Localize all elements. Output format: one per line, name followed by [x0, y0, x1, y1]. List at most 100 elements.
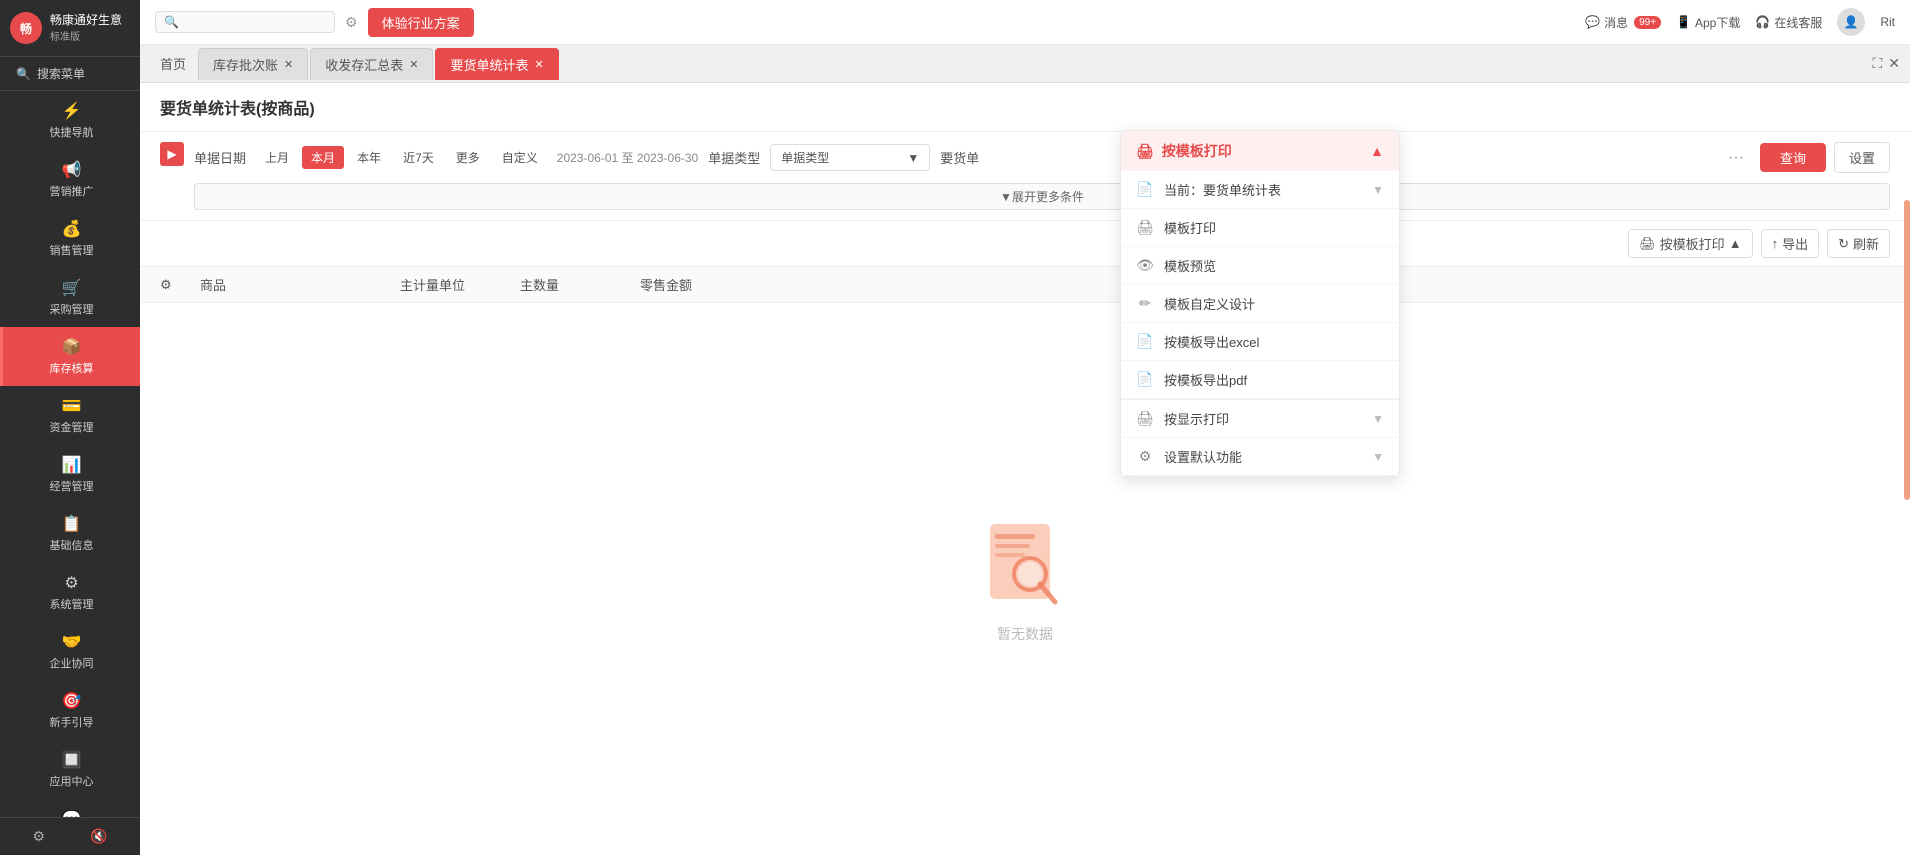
sidebar-item-basic[interactable]: 📋 基础信息 [0, 504, 140, 563]
message-icon: 💬 [1585, 15, 1600, 29]
search-icon: 🔍 [16, 67, 31, 81]
topbar-right: 💬 消息 99+ 📱 App下载 🎧 在线客服 👤 Rit [1585, 8, 1895, 36]
printer-icon: 🖨 [1639, 236, 1656, 252]
empty-illustration [975, 514, 1075, 624]
tab-maximize-button[interactable]: ⛶ [1872, 55, 1882, 72]
table-header: ⚙ 商品 主计量单位 主数量 零售金额 [140, 267, 1910, 303]
dropdown-display-print[interactable]: 🖨 按显示打印 ▼ [1121, 400, 1399, 438]
export-icon: ↑ [1772, 236, 1779, 251]
sidebar-item-shortcut[interactable]: ⚡ 快捷导航 [0, 91, 140, 150]
sidebar-item-finance[interactable]: 💳 资金管理 [0, 386, 140, 445]
tab-order-stats[interactable]: 要货单统计表 ✕ [435, 48, 558, 80]
user-avatar[interactable]: 👤 [1837, 8, 1865, 36]
sidebar-item-wechat[interactable]: 💬 企业微信 [0, 799, 140, 817]
user-name[interactable]: Rit [1880, 15, 1895, 29]
system-icon: ⚙ [64, 573, 78, 593]
dropdown-template-print[interactable]: 🖨 模板打印 [1121, 209, 1399, 247]
tabbar: 首页 库存批次账 ✕ 收发存汇总表 ✕ 要货单统计表 ✕ ⛶ ✕ [140, 45, 1910, 83]
custom-date-btn[interactable]: 自定义 [493, 146, 547, 169]
topbar-search-icon: 🔍 [164, 15, 179, 29]
purchase-icon: 🛒 [62, 278, 82, 298]
sidebar-header: 畅 畅康通好生意 标准版 [0, 0, 140, 57]
settings-button[interactable]: 设置 [1834, 142, 1890, 173]
online-service-button[interactable]: 🎧 在线客服 [1755, 14, 1822, 31]
sidebar-item-marketing[interactable]: 📢 营销推广 [0, 150, 140, 209]
sidebar: 畅 畅康通好生意 标准版 🔍 搜索菜单 ⚡ 快捷导航 📢 营销推广 💰 销售管理… [0, 0, 140, 855]
more-date-btn[interactable]: 更多 [447, 146, 489, 169]
sidebar-item-purchase[interactable]: 🛒 采购管理 [0, 268, 140, 327]
guide-icon: 🎯 [62, 691, 82, 711]
sidebar-item-collab[interactable]: 🤝 企业协同 [0, 622, 140, 681]
sidebar-item-inventory[interactable]: 📦 库存核算 [0, 327, 140, 386]
select-chevron-icon: ▼ [907, 151, 919, 165]
filter-collapse-btn[interactable]: ▶ [160, 142, 184, 166]
app-title: 畅康通好生意 [50, 13, 122, 29]
dropdown-template-preview[interactable]: 👁 模板预览 [1121, 247, 1399, 285]
sidebar-item-operations[interactable]: 📊 经营管理 [0, 445, 140, 504]
dropdown-header[interactable]: 🖨 按模板打印 ▲ [1121, 131, 1399, 171]
mute-icon[interactable]: 🔇 [90, 828, 107, 845]
date-buttons: 上月 本月 本年 近7天 更多 自定义 [256, 146, 547, 169]
dropdown-template-design[interactable]: ✏ 模板自定义设计 [1121, 285, 1399, 323]
app-download-button[interactable]: 📱 App下载 [1676, 14, 1740, 31]
tab-close-button[interactable]: ✕ [1888, 55, 1900, 72]
topbar-search-box[interactable]: 🔍 [155, 11, 335, 33]
template-excel-icon: 📄 [1136, 333, 1154, 350]
app-logo: 畅 [10, 12, 42, 44]
dropdown-set-default[interactable]: ⚙ 设置默认功能 ▼ [1121, 438, 1399, 476]
dropdown-close-chevron[interactable]: ▲ [1370, 143, 1384, 159]
right-scrollbar[interactable] [1904, 200, 1910, 500]
current-year-btn[interactable]: 本年 [348, 146, 390, 169]
dropdown-current-template[interactable]: 📄 当前：要货单统计表 ▼ [1121, 171, 1399, 209]
current-template-icon: 📄 [1136, 181, 1154, 198]
display-print-icon: 🖨 [1136, 410, 1154, 427]
export-button[interactable]: ↑ 导出 [1761, 229, 1820, 258]
print-template-btn[interactable]: 🖨 按模板打印 ▲ [1628, 229, 1752, 258]
finance-icon: 💳 [62, 396, 82, 416]
sidebar-item-guide[interactable]: 🎯 新手引导 [0, 681, 140, 740]
collab-icon: 🤝 [62, 632, 82, 652]
tab-receipt-summary[interactable]: 收发存汇总表 ✕ [310, 48, 433, 80]
message-button[interactable]: 💬 消息 99+ [1585, 14, 1661, 31]
sidebar-search[interactable]: 🔍 搜索菜单 [0, 57, 140, 91]
tab-home[interactable]: 首页 [150, 54, 196, 73]
current-month-btn[interactable]: 本月 [302, 146, 344, 169]
trial-button[interactable]: 体验行业方案 [368, 8, 474, 37]
refresh-icon: ↻ [1838, 236, 1849, 252]
tab-inventory-batch[interactable]: 库存批次账 ✕ [198, 48, 308, 80]
empty-state: 暂无数据 [140, 303, 1910, 855]
topbar-gear-icon[interactable]: ⚙ [345, 14, 358, 31]
query-button[interactable]: 查询 [1760, 143, 1826, 172]
order-type-label: 单据类型 [708, 148, 760, 167]
tab-close-order-stats[interactable]: ✕ [535, 58, 544, 71]
sidebar-item-appstore[interactable]: 🔲 应用中心 [0, 740, 140, 799]
wechat-icon: 💬 [62, 809, 82, 817]
col-unit-header: 主计量单位 [400, 275, 520, 294]
template-pdf-icon: 📄 [1136, 371, 1154, 388]
settings-icon[interactable]: ⚙ [33, 828, 46, 845]
operations-icon: 📊 [62, 455, 82, 475]
set-default-chevron: ▼ [1372, 450, 1384, 464]
col-gear-header[interactable]: ⚙ [160, 277, 200, 293]
app-title-group: 畅康通好生意 标准版 [50, 13, 122, 44]
set-default-icon: ⚙ [1136, 448, 1154, 465]
dropdown-template-excel[interactable]: 📄 按模板导出excel [1121, 323, 1399, 361]
expand-more-btn[interactable]: ▼ 展开更多条件 [194, 183, 1890, 210]
col-amount-header: 零售金额 [640, 275, 760, 294]
order-type-select[interactable]: 单据类型 ▼ [770, 144, 930, 171]
prev-month-btn[interactable]: 上月 [256, 146, 298, 169]
last7-btn[interactable]: 近7天 [394, 146, 443, 169]
template-print-icon: 🖨 [1136, 219, 1154, 236]
download-icon: 📱 [1676, 15, 1691, 29]
dropdown-template-pdf[interactable]: 📄 按模板导出pdf [1121, 361, 1399, 399]
message-badge: 99+ [1634, 16, 1661, 29]
empty-text: 暂无数据 [997, 624, 1053, 644]
sidebar-item-sales[interactable]: 💰 销售管理 [0, 209, 140, 268]
col-product-header: 商品 [200, 275, 400, 294]
more-options-btn[interactable]: ··· [1728, 149, 1744, 167]
sidebar-item-system[interactable]: ⚙ 系统管理 [0, 563, 140, 622]
display-print-chevron: ▼ [1372, 412, 1384, 426]
refresh-button[interactable]: ↻ 刷新 [1827, 229, 1890, 258]
tab-close-receipt-summary[interactable]: ✕ [409, 58, 418, 71]
tab-close-inventory-batch[interactable]: ✕ [284, 58, 293, 71]
